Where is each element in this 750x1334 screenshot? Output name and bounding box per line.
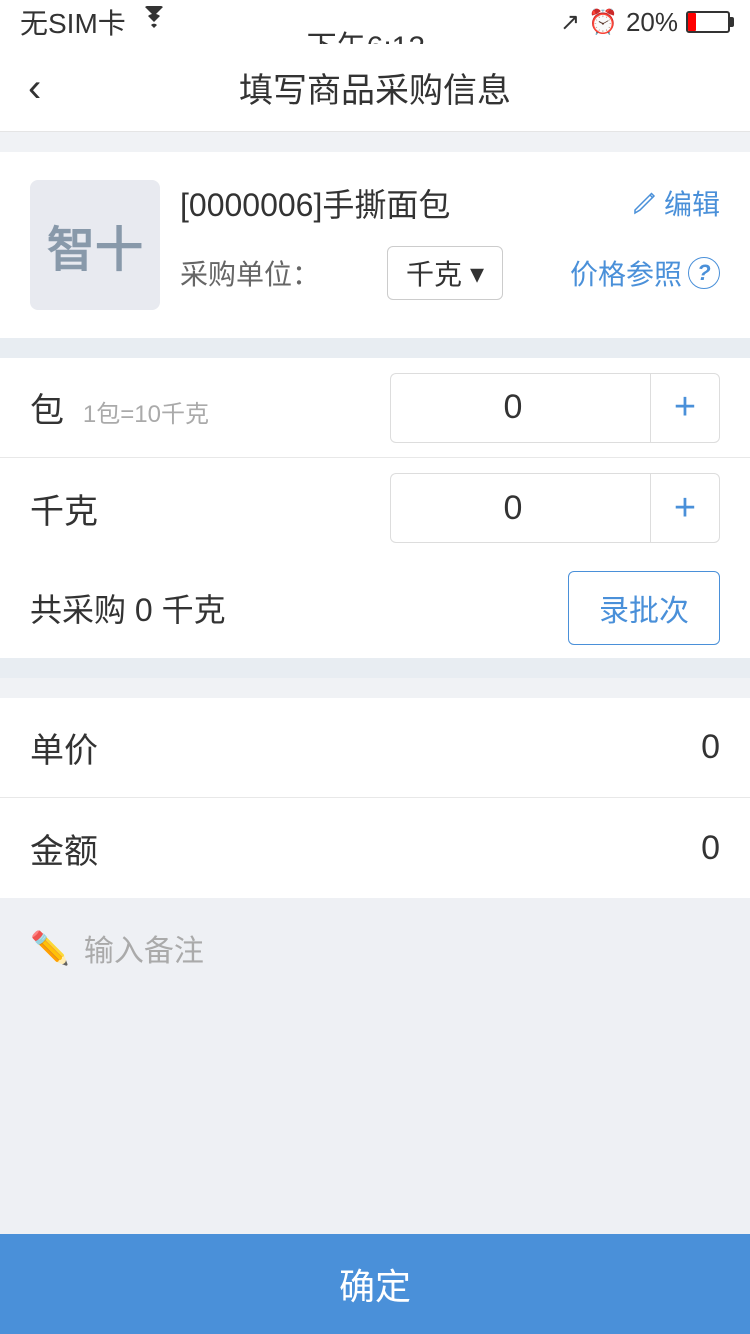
price-ref-button[interactable]: 价格参照 ? (570, 253, 720, 293)
amount-row: 金额 0 (0, 798, 750, 898)
kg-label: 千克 (30, 484, 98, 533)
carrier-label: 无SIM卡 (20, 2, 126, 42)
total-label: 共采购 0 千克 (30, 585, 226, 631)
notes-section[interactable]: ✏️ 输入备注 (0, 898, 750, 998)
product-image: 智十 (30, 180, 160, 310)
product-card: 智十 [0000006]手撕面包 编辑 采购单位： 千克 ▾ 价格参照 ? (0, 152, 750, 338)
product-logo: 智十 (47, 210, 143, 280)
bag-hint: 1包=10千克 (83, 401, 209, 428)
confirm-button[interactable]: 确定 (0, 1234, 750, 1334)
product-info: [0000006]手撕面包 编辑 采购单位： 千克 ▾ 价格参照 ? (180, 180, 720, 300)
purchase-unit-label: 采购单位： (180, 253, 320, 293)
bag-label: 包 (30, 392, 64, 430)
chevron-down-icon: ▾ (470, 257, 484, 290)
bag-plus-button[interactable]: + (650, 373, 720, 443)
unit-price-value: 0 (701, 728, 720, 767)
wifi-icon (136, 6, 172, 39)
page-title: 填写商品采购信息 (239, 63, 511, 112)
price-section: 单价 0 金额 0 (0, 698, 750, 898)
kg-plus-button[interactable]: + (650, 473, 720, 543)
battery-icon (686, 11, 730, 33)
bag-input-row: 包 1包=10千克 + (0, 358, 750, 458)
unit-selector[interactable]: 千克 ▾ (387, 246, 503, 300)
help-icon: ? (688, 257, 720, 289)
kg-input-row: 千克 + (0, 458, 750, 558)
edit-button[interactable]: 编辑 (632, 183, 720, 223)
battery-percent: 20% (626, 7, 678, 38)
record-batch-button[interactable]: 录批次 (568, 571, 720, 645)
edit-icon (632, 190, 658, 216)
section-divider-1 (0, 338, 750, 358)
alarm-icon: ⏰ (588, 8, 618, 37)
pencil-icon: ✏️ (30, 929, 70, 967)
unit-price-label: 单价 (30, 723, 98, 772)
confirm-label: 确定 (339, 1258, 411, 1310)
status-bar: 无SIM卡 下午6:12 ↗ ⏰ 20% (0, 0, 750, 44)
location-icon: ↗ (560, 8, 580, 37)
kg-input-group: + (390, 473, 720, 543)
bag-label-group: 包 1包=10千克 (30, 383, 209, 432)
amount-label: 金额 (30, 824, 98, 873)
status-left: 无SIM卡 (20, 2, 172, 42)
total-row: 共采购 0 千克 录批次 (0, 558, 750, 658)
status-right: ↗ ⏰ 20% (560, 7, 730, 38)
unit-price-row: 单价 0 (0, 698, 750, 798)
section-divider-2 (0, 658, 750, 678)
input-section: 包 1包=10千克 + 千克 + (0, 358, 750, 558)
back-button[interactable]: ‹ (28, 68, 41, 108)
product-name: [0000006]手撕面包 (180, 180, 450, 226)
amount-value: 0 (701, 829, 720, 868)
notes-placeholder: 输入备注 (84, 926, 204, 970)
bag-quantity-input[interactable] (390, 373, 650, 443)
nav-bar: ‹ 填写商品采购信息 (0, 44, 750, 132)
kg-quantity-input[interactable] (390, 473, 650, 543)
bag-input-group: + (390, 373, 720, 443)
